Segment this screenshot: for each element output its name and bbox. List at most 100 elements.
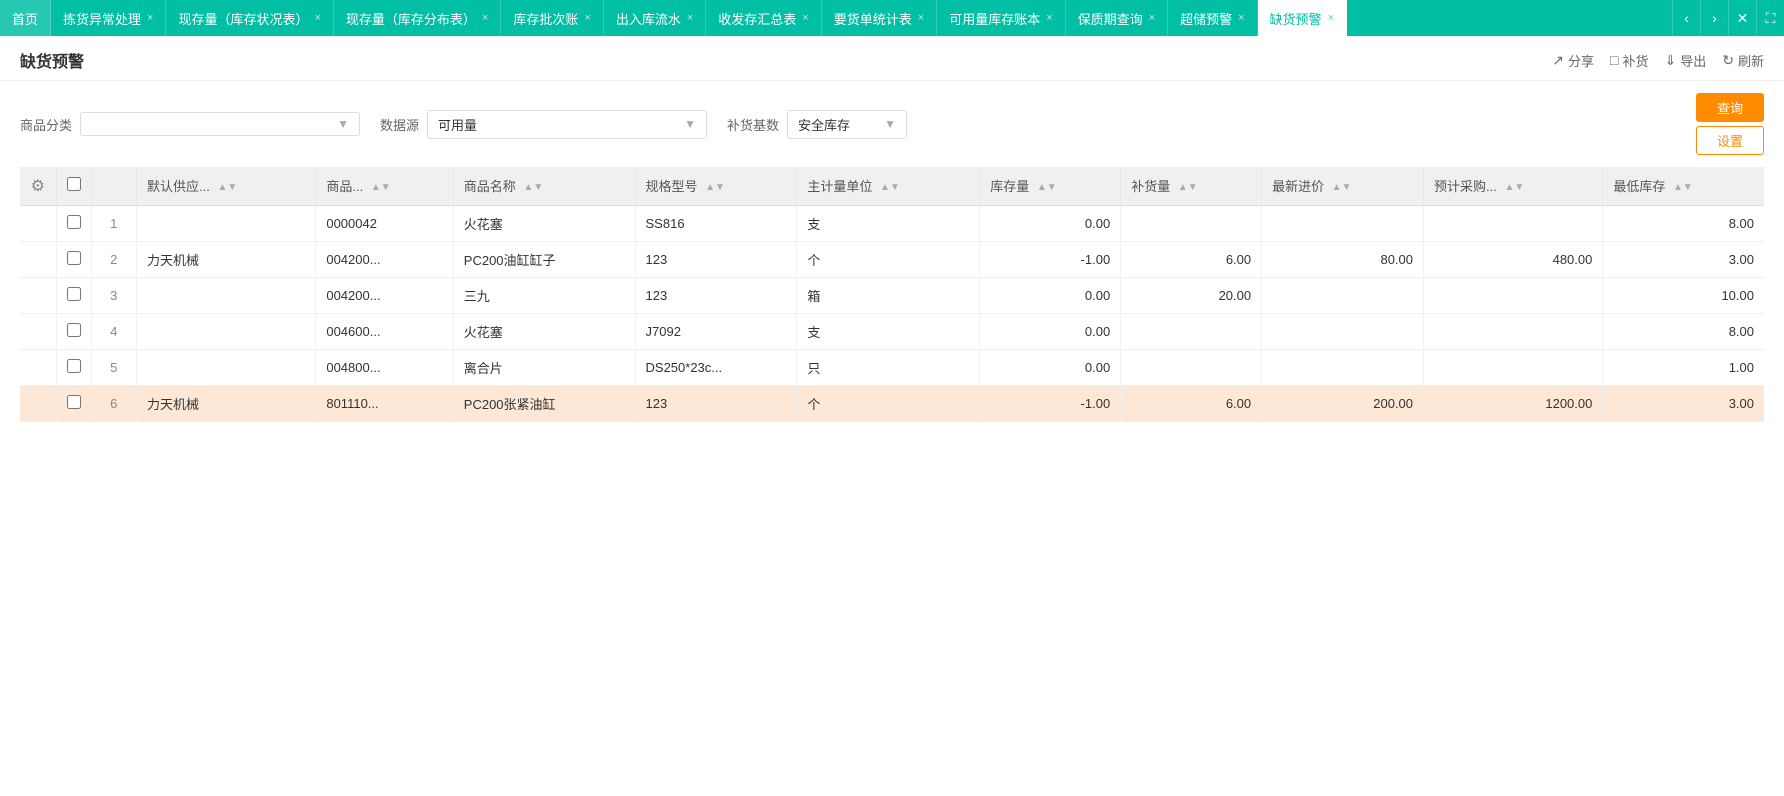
nav-tab-expiry[interactable]: 保质期查询 × (1066, 0, 1168, 36)
column-min-stock[interactable]: 最低库存 ▲▼ (1603, 167, 1764, 205)
category-select[interactable]: ▼ (80, 112, 360, 136)
cell-estimated-4 (1424, 349, 1603, 385)
column-estimated-purchase[interactable]: 预计采购... ▲▼ (1424, 167, 1603, 205)
settings-button[interactable]: 设置 (1696, 126, 1764, 155)
replenish-select-arrow: ▼ (884, 117, 896, 131)
datasource-filter-group: 数据源 可用量 ▼ (380, 110, 707, 139)
column-stock-qty[interactable]: 库存量 ▲▼ (980, 167, 1121, 205)
cell-unit-3: 支 (797, 313, 980, 349)
nav-tab-stock-status[interactable]: 现存量（库存状况表） × (166, 0, 333, 36)
nav-tab-stock-dist[interactable]: 现存量（库存分布表） × (334, 0, 501, 36)
cell-name-0: 火花塞 (453, 205, 635, 241)
replenish-icon: □ (1610, 52, 1618, 68)
column-default-supplier[interactable]: 默认供应... ▲▼ (137, 167, 316, 205)
close-tab-expiry[interactable]: × (1149, 12, 1155, 24)
cell-rownum-0: 1 (91, 205, 137, 241)
nav-tab-inout[interactable]: 出入库流水 × (604, 0, 706, 36)
column-replenish-qty[interactable]: 补货量 ▲▼ (1121, 167, 1262, 205)
nav-tab-summary[interactable]: 收发存汇总表 × (706, 0, 821, 36)
replenish-select[interactable]: 安全库存 ▼ (787, 110, 907, 139)
cell-check-0 (56, 205, 91, 241)
nav-tab-requisition[interactable]: 要货单统计表 × (822, 0, 937, 36)
cell-name-5: PC200张紧油缸 (453, 385, 635, 421)
gear-icon[interactable]: ⚙ (30, 176, 46, 196)
cell-minstock-4: 1.00 (1603, 349, 1764, 385)
nav-tab-home[interactable]: 首页 (0, 0, 51, 36)
replenish-select-value: 安全库存 (798, 115, 876, 134)
nav-next-button[interactable]: › (1700, 0, 1728, 36)
row-checkbox-1[interactable] (67, 251, 81, 265)
replenish-button[interactable]: □ 补货 (1610, 51, 1648, 70)
sort-estimated-icon: ▲▼ (1504, 182, 1524, 193)
datasource-select[interactable]: 可用量 ▼ (427, 110, 707, 139)
table-body: 1 0000042 火花塞 SS816 支 0.00 8.00 2 力天机械 0… (20, 205, 1764, 421)
cell-price-0 (1262, 205, 1424, 241)
share-button[interactable]: ↗ 分享 (1552, 51, 1594, 70)
row-checkbox-0[interactable] (67, 215, 81, 229)
refresh-icon: ↻ (1722, 52, 1734, 69)
table-row: 4 004600... 火花塞 J7092 支 0.00 8.00 (20, 313, 1764, 349)
row-checkbox-3[interactable] (67, 323, 81, 337)
close-tab-picking[interactable]: × (147, 12, 153, 24)
select-all-checkbox[interactable] (67, 177, 81, 191)
cell-name-4: 离合片 (453, 349, 635, 385)
cell-stock-3: 0.00 (980, 313, 1121, 349)
close-tab-batch[interactable]: × (584, 12, 590, 24)
row-checkbox-5[interactable] (67, 395, 81, 409)
export-button[interactable]: ⇓ 导出 (1665, 51, 1707, 70)
nav-tab-available[interactable]: 可用量库存账本 × (937, 0, 1065, 36)
cell-stock-0: 0.00 (980, 205, 1121, 241)
cell-code-0: 0000042 (316, 205, 453, 241)
nav-tab-shortage[interactable]: 缺货预警 × (1258, 0, 1347, 36)
table-row: 3 004200... 三九 123 箱 0.00 20.00 10.00 (20, 277, 1764, 313)
close-tab-stock-status[interactable]: × (314, 12, 320, 24)
column-product-name[interactable]: 商品名称 ▲▼ (453, 167, 635, 205)
sort-name-icon: ▲▼ (523, 182, 543, 193)
cell-supplier-4 (137, 349, 316, 385)
nav-tab-picking[interactable]: 拣货异常处理 × (51, 0, 166, 36)
nav-arrows: ‹ › ✕ ⛶ (1672, 0, 1784, 36)
cell-supplier-1: 力天机械 (137, 241, 316, 277)
close-tab-summary[interactable]: × (802, 12, 808, 24)
share-icon: ↗ (1552, 52, 1564, 69)
cell-spec-1: 123 (635, 241, 797, 277)
cell-unit-4: 只 (797, 349, 980, 385)
nav-tab-batch[interactable]: 库存批次账 × (501, 0, 603, 36)
nav-expand-button[interactable]: ⛶ (1756, 0, 1784, 36)
column-spec[interactable]: 规格型号 ▲▼ (635, 167, 797, 205)
row-checkbox-2[interactable] (67, 287, 81, 301)
nav-close-button[interactable]: ✕ (1728, 0, 1756, 36)
cell-estimated-2 (1424, 277, 1603, 313)
row-checkbox-4[interactable] (67, 359, 81, 373)
datasource-select-value: 可用量 (438, 115, 676, 134)
query-button[interactable]: 查询 (1696, 93, 1764, 122)
column-latest-price[interactable]: 最新进价 ▲▼ (1262, 167, 1424, 205)
refresh-button[interactable]: ↻ 刷新 (1722, 51, 1764, 70)
cell-replenish-0 (1121, 205, 1262, 241)
cell-check-1 (56, 241, 91, 277)
nav-prev-button[interactable]: ‹ (1672, 0, 1700, 36)
cell-spec-2: 123 (635, 277, 797, 313)
table-row: 6 力天机械 801110... PC200张紧油缸 123 个 -1.00 6… (20, 385, 1764, 421)
datasource-select-arrow: ▼ (684, 117, 696, 131)
page-title: 缺货预警 (20, 48, 84, 72)
cell-name-1: PC200油缸缸子 (453, 241, 635, 277)
table-header-row: ⚙ 默认供应... ▲▼ 商品... ▲▼ 商品名称 (20, 167, 1764, 205)
close-tab-shortage[interactable]: × (1328, 12, 1334, 24)
sort-stock-icon: ▲▼ (1037, 182, 1057, 193)
cell-gear-4 (20, 349, 56, 385)
cell-rownum-3: 4 (91, 313, 137, 349)
column-unit[interactable]: 主计量单位 ▲▼ (797, 167, 980, 205)
close-tab-inout[interactable]: × (687, 12, 693, 24)
nav-tab-overstock[interactable]: 超储预警 × (1168, 0, 1257, 36)
column-product-code[interactable]: 商品... ▲▼ (316, 167, 453, 205)
cell-gear-5 (20, 385, 56, 421)
cell-code-2: 004200... (316, 277, 453, 313)
close-tab-available[interactable]: × (1046, 12, 1052, 24)
close-tab-overstock[interactable]: × (1238, 12, 1244, 24)
sort-spec-icon: ▲▼ (705, 182, 725, 193)
close-tab-stock-dist[interactable]: × (482, 12, 488, 24)
close-tab-requisition[interactable]: × (918, 12, 924, 24)
replenish-label: 补货基数 (727, 115, 779, 134)
column-gear: ⚙ (20, 167, 56, 205)
